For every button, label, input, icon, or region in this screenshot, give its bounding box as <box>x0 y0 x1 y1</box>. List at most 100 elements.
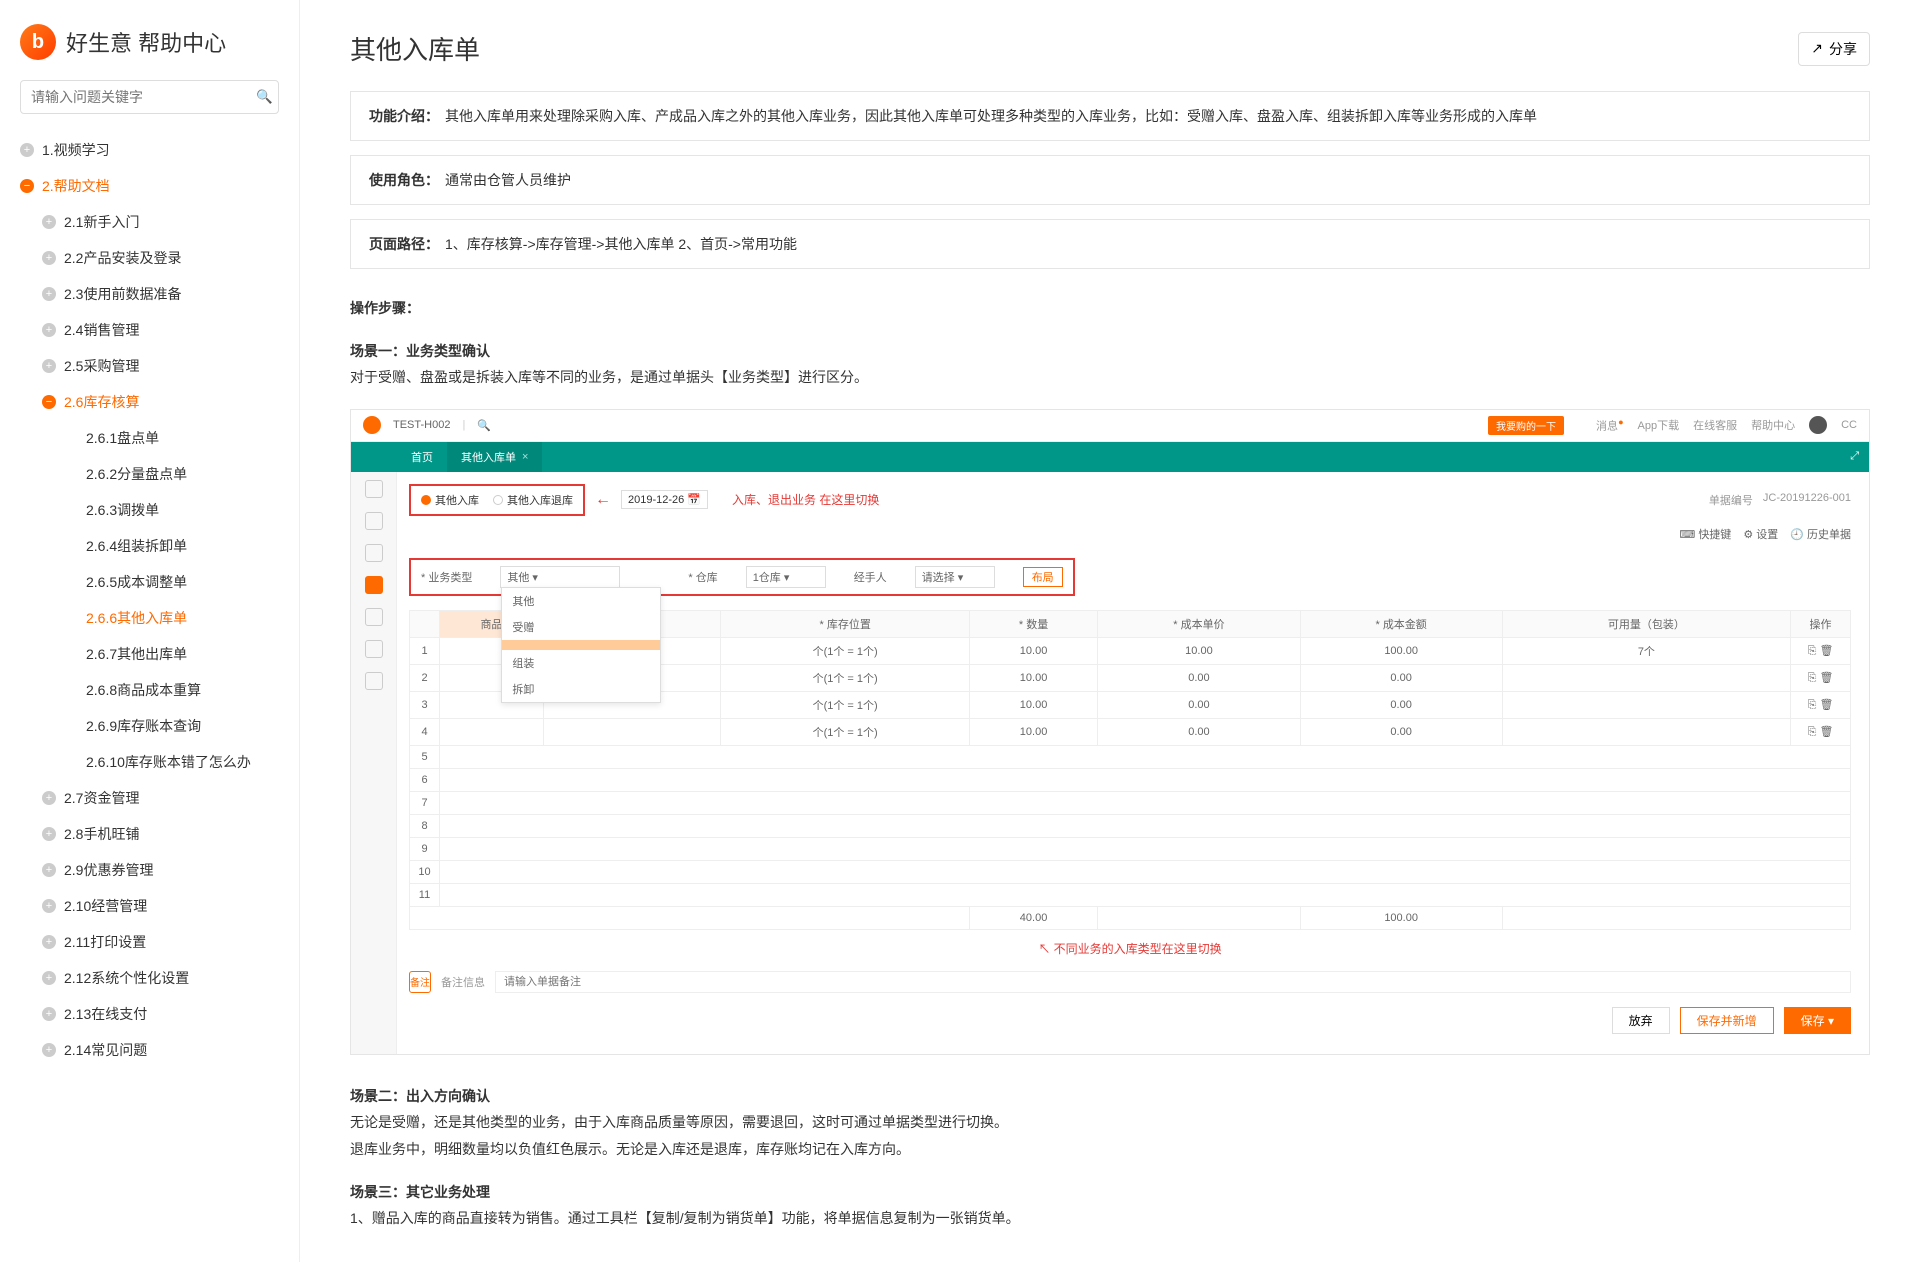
nav-item[interactable]: +2.3使用前数据准备 <box>20 276 279 312</box>
mock-link-shortcut[interactable]: ⌨ 快捷键 <box>1679 526 1731 542</box>
scene1-text: 对于受赠、盘盈或是拆装入库等不同的业务，是通过单据头【业务类型】进行区分。 <box>350 364 1870 391</box>
layout-button[interactable]: 布局 <box>1023 567 1063 587</box>
main-content: 其他入库单 ↗ 分享 功能介绍：其他入库单用来处理除采购入库、产成品入库之外的其… <box>300 0 1920 1262</box>
handler-select[interactable]: 请选择 ▾ <box>915 566 995 588</box>
dd-item-0[interactable]: 其他 <box>502 588 660 614</box>
nav-item[interactable]: −2.6库存核算 <box>20 384 279 420</box>
search-icon: 🔍 <box>256 89 273 104</box>
radio-other-in[interactable]: 其他入库 <box>421 492 479 508</box>
nav-item[interactable]: +2.1新手入门 <box>20 204 279 240</box>
plus-icon: + <box>42 935 56 949</box>
nav-leaf[interactable]: 2.6.4组装拆卸单 <box>20 528 279 564</box>
dd-item-3[interactable]: 组装 <box>502 650 660 676</box>
plus-icon: + <box>42 215 56 229</box>
nav-leaf[interactable]: 2.6.7其他出库单 <box>20 636 279 672</box>
nav-item[interactable]: +2.13在线支付 <box>20 996 279 1032</box>
nav-label: 2.14常见问题 <box>64 1040 147 1060</box>
nav-leaf[interactable]: 2.6.10库存账本错了怎么办 <box>20 744 279 780</box>
nav-item[interactable]: +2.2产品安装及登录 <box>20 240 279 276</box>
note-input[interactable] <box>495 971 1851 993</box>
search-button[interactable]: 🔍 <box>256 89 273 105</box>
mock-link-app[interactable]: App下载 <box>1638 417 1680 433</box>
nav-item[interactable]: +2.11打印设置 <box>20 924 279 960</box>
row-delete-icon[interactable]: 🗑 <box>1819 699 1833 711</box>
mock-note-row: 备注 备注信息 <box>409 971 1851 993</box>
search-input[interactable] <box>20 80 279 114</box>
nav-label: 2.5采购管理 <box>64 356 139 376</box>
row-copy-icon[interactable]: ⎘ <box>1808 672 1817 684</box>
row-delete-icon[interactable]: 🗑 <box>1819 672 1833 684</box>
mock-body: 其他入库 其他入库退库 ← 2019-12-26 📅 入库、退出业务 在这里切换… <box>351 472 1869 1054</box>
radio-other-in-return[interactable]: 其他入库退库 <box>493 492 573 508</box>
warehouse-select[interactable]: 1仓库 ▾ <box>746 566 826 588</box>
mock-link-msg[interactable]: 消息● <box>1596 417 1624 434</box>
mock-link-service[interactable]: 在线客服 <box>1693 417 1737 433</box>
row-delete-icon[interactable]: 🗑 <box>1819 645 1833 657</box>
nav-item[interactable]: +2.8手机旺铺 <box>20 816 279 852</box>
plus-icon: + <box>42 863 56 877</box>
page-title: 其他入库单 <box>350 30 480 67</box>
nav-leaf[interactable]: 2.6.3调拨单 <box>20 492 279 528</box>
mock-date-input[interactable]: 2019-12-26 📅 <box>621 490 708 509</box>
info-intro-label: 功能介绍： <box>369 108 439 124</box>
row-delete-icon[interactable]: 🗑 <box>1819 726 1833 738</box>
info-role: 使用角色：通常由仓管人员维护 <box>350 155 1870 205</box>
nav-item[interactable]: +1.视频学习 <box>20 132 279 168</box>
share-button[interactable]: ↗ 分享 <box>1798 32 1870 66</box>
mock-tab-current[interactable]: 其他入库单× <box>447 442 542 472</box>
nav-item[interactable]: +2.12系统个性化设置 <box>20 960 279 996</box>
mock-docno-label: 单据编号 <box>1709 492 1753 508</box>
row-copy-icon[interactable]: ⎘ <box>1808 726 1817 738</box>
embedded-screenshot: TEST-H002 | 🔍 我要购的一下 消息● App下载 在线客服 帮助中心… <box>350 409 1870 1055</box>
plus-icon: + <box>42 1043 56 1057</box>
minus-icon: − <box>42 395 56 409</box>
nav-label: 2.12系统个性化设置 <box>64 968 189 988</box>
nav-leaf[interactable]: 2.6.1盘点单 <box>20 420 279 456</box>
row-copy-icon[interactable]: ⎘ <box>1808 645 1817 657</box>
nav-item[interactable]: +2.9优惠券管理 <box>20 852 279 888</box>
row-copy-icon[interactable]: ⎘ <box>1808 699 1817 711</box>
mock-annotation-2: ↖ 不同业务的入库类型在这里切换 <box>409 940 1851 957</box>
page-header: 其他入库单 ↗ 分享 <box>350 30 1870 67</box>
nav-leaf[interactable]: 2.6.6其他入库单 <box>20 600 279 636</box>
nav-leaf[interactable]: 2.6.5成本调整单 <box>20 564 279 600</box>
mock-link-history[interactable]: 🕘 历史单据 <box>1790 526 1851 542</box>
biztype-select[interactable]: 其他 ▾ 其他 受赠 组装 拆卸 <box>500 566 620 588</box>
plus-icon: + <box>42 791 56 805</box>
nav-item[interactable]: +2.10经营管理 <box>20 888 279 924</box>
scene1-title: 场景一：业务类型确认 <box>350 343 490 359</box>
nav-leaf[interactable]: 2.6.9库存账本查询 <box>20 708 279 744</box>
mock-tab-home[interactable]: 首页 <box>397 442 447 472</box>
dd-item-1[interactable]: 受赠 <box>502 614 660 640</box>
scene3-text: 1、赠品入库的商品直接转为销售。通过工具栏【复制/复制为销货单】功能，将单据信息… <box>350 1205 1870 1232</box>
info-role-label: 使用角色： <box>369 172 439 188</box>
cancel-button[interactable]: 放弃 <box>1612 1007 1670 1034</box>
save-button[interactable]: 保存 ▾ <box>1784 1007 1851 1034</box>
mock-tenant: TEST-H002 <box>393 419 450 431</box>
dd-item-4[interactable]: 拆卸 <box>502 676 660 702</box>
nav-item[interactable]: +2.4销售管理 <box>20 312 279 348</box>
nav-leaf[interactable]: 2.6.8商品成本重算 <box>20 672 279 708</box>
mock-link-settings[interactable]: ⚙ 设置 <box>1743 526 1778 542</box>
expand-icon[interactable]: ⤢ <box>1850 450 1859 463</box>
sidebar: b 好生意 帮助中心 🔍 +1.视频学习−2.帮助文档+2.1新手入门+2.2产… <box>0 0 300 1262</box>
nav-item[interactable]: +2.7资金管理 <box>20 780 279 816</box>
nav-leaf[interactable]: 2.6.2分量盘点单 <box>20 456 279 492</box>
nav-label: 2.11打印设置 <box>64 932 146 952</box>
mock-logo-icon <box>363 416 381 434</box>
mock-link-help[interactable]: 帮助中心 <box>1751 417 1795 433</box>
nav-label: 2.6库存核算 <box>64 392 139 412</box>
close-icon[interactable]: × <box>522 451 528 463</box>
mock-topbar: TEST-H002 | 🔍 我要购的一下 消息● App下载 在线客服 帮助中心… <box>351 410 1869 442</box>
save-new-button[interactable]: 保存并新增 <box>1680 1007 1774 1034</box>
plus-icon: + <box>42 827 56 841</box>
nav-item[interactable]: +2.5采购管理 <box>20 348 279 384</box>
nav-item[interactable]: +2.14常见问题 <box>20 1032 279 1068</box>
plus-icon: + <box>42 1007 56 1021</box>
mock-promo-button[interactable]: 我要购的一下 <box>1488 416 1564 435</box>
scene2-title: 场景二：出入方向确认 <box>350 1088 490 1104</box>
nav-item[interactable]: −2.帮助文档 <box>20 168 279 204</box>
dd-item-2[interactable] <box>502 640 660 650</box>
mock-avatar-icon[interactable] <box>1809 416 1827 434</box>
scene2-text1: 无论是受赠，还是其他类型的业务，由于入库商品质量等原因，需要退回，这时可通过单据… <box>350 1109 1870 1136</box>
